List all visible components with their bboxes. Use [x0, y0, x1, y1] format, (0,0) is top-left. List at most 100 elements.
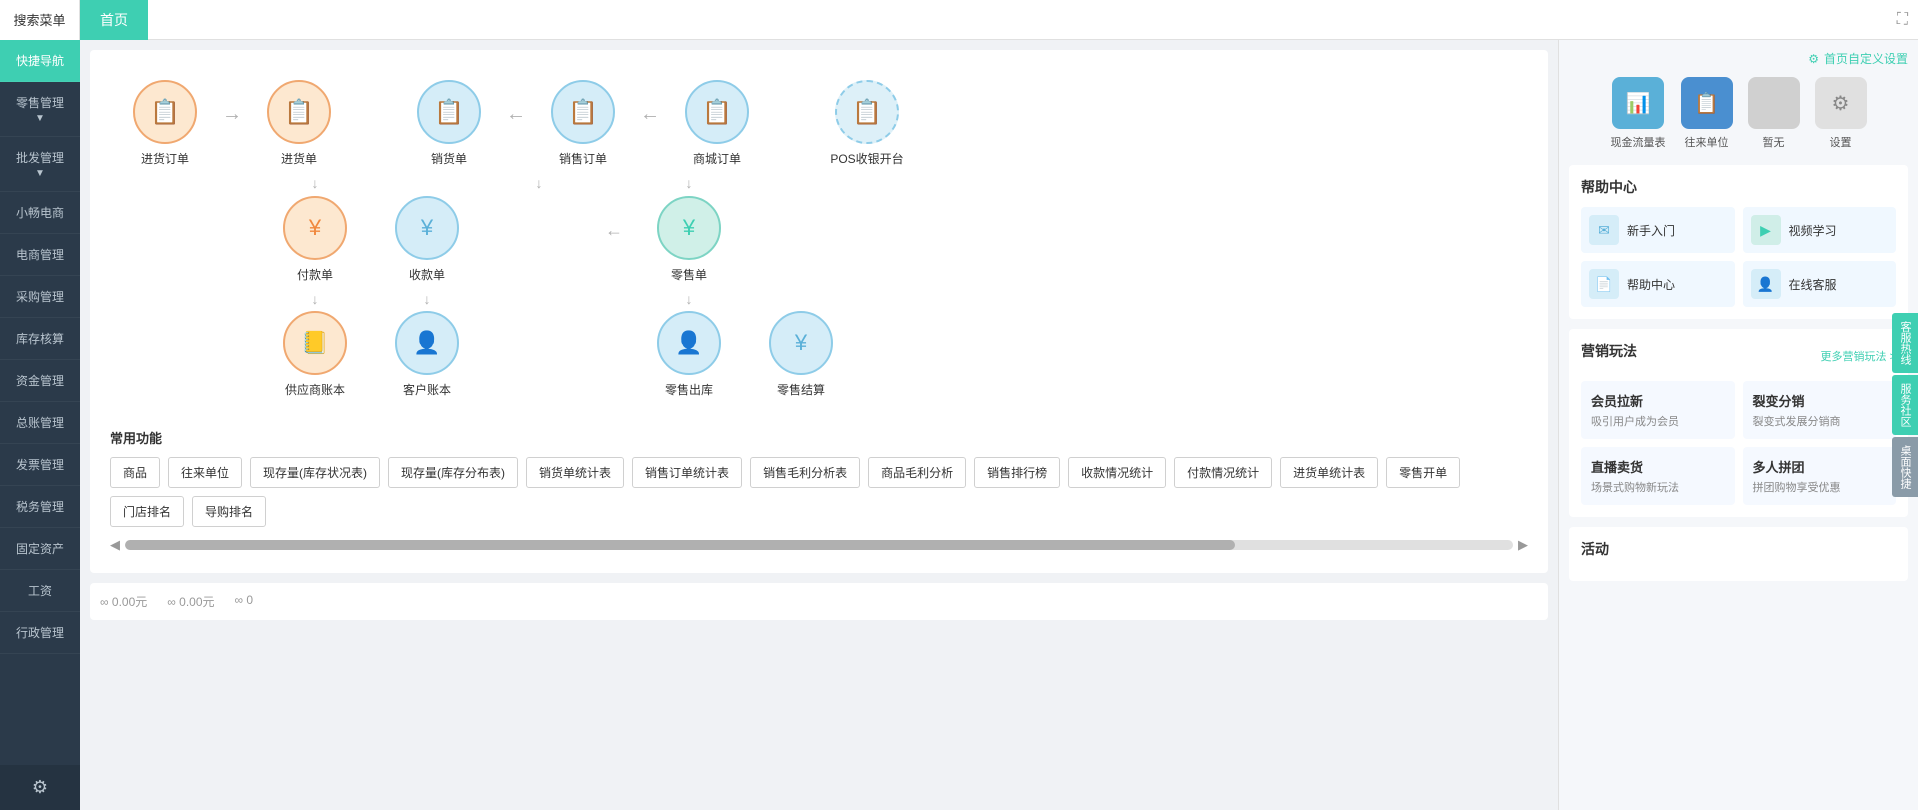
func-btn-9[interactable]: 收款情况统计 — [1068, 457, 1166, 488]
node-supplier-ledger[interactable]: 📒 供应商账本 — [260, 311, 370, 398]
quick-icon-box-2 — [1748, 77, 1800, 129]
func-btn-13[interactable]: 门店排名 — [110, 496, 184, 527]
sidebar-item-3[interactable]: 小畅电商 — [0, 192, 80, 234]
node-sale-order-circle: 📋 — [551, 80, 615, 144]
scroll-left-arrow[interactable]: ◀ — [110, 537, 120, 553]
sidebar-arrow-2: ▼ — [35, 168, 45, 179]
func-btn-0[interactable]: 商品 — [110, 457, 160, 488]
sidebar-item-8[interactable]: 总账管理 — [0, 402, 80, 444]
sidebar-item-label-2: 批发管理 — [16, 149, 64, 166]
func-btn-6[interactable]: 销售毛利分析表 — [750, 457, 860, 488]
node-customer-ledger[interactable]: 👤 客户账本 — [372, 311, 482, 398]
sidebar-item-5[interactable]: 采购管理 — [0, 276, 80, 318]
marketing-item-1[interactable]: 裂变分销 裂变式发展分销商 — [1743, 381, 1897, 439]
func-btn-5[interactable]: 销售订单统计表 — [632, 457, 742, 488]
node-purchase-order-label: 进货订单 — [141, 150, 189, 167]
content-area: 📋 进货订单 → 📋 进货单 — [80, 40, 1918, 810]
node-receipt-circle: ¥ — [395, 196, 459, 260]
marketing-item-3[interactable]: 多人拼团 拼团购物享受优惠 — [1743, 447, 1897, 505]
quick-icon-label-1: 往来单位 — [1685, 134, 1729, 150]
node-sale[interactable]: 📋 销货单 — [394, 80, 504, 167]
tab-home[interactable]: 首页 — [80, 0, 148, 40]
func-btn-4[interactable]: 销货单统计表 — [526, 457, 624, 488]
node-sale-order[interactable]: 📋 销售订单 — [528, 80, 638, 167]
node-retail-label: 零售单 — [671, 266, 707, 283]
help-item-3[interactable]: 👤 在线客服 — [1743, 261, 1897, 307]
expand-icon[interactable]: ⛶ — [1897, 11, 1908, 29]
activity-title: 活动 — [1581, 539, 1896, 559]
node-pos[interactable]: 📋 POS收银开台 — [812, 80, 922, 167]
node-retail-settle[interactable]: ¥ 零售结算 — [746, 311, 856, 398]
help-item-0[interactable]: ✉ 新手入门 — [1581, 207, 1735, 253]
quick-icon-1[interactable]: 📋 往来单位 — [1681, 77, 1733, 150]
sidebar-bottom: ⚙ — [0, 765, 80, 810]
quick-icon-3[interactable]: ⚙ 设置 — [1815, 77, 1867, 150]
quick-access-header: ⚙ 首页自定义设置 — [1569, 50, 1908, 67]
sidebar-item-12[interactable]: 工资 — [0, 570, 80, 612]
scroll-right-arrow[interactable]: ▶ — [1518, 537, 1528, 553]
help-label-3: 在线客服 — [1789, 276, 1837, 293]
customize-gear-icon: ⚙ — [1808, 52, 1819, 66]
sidebar-item-6[interactable]: 库存核算 — [0, 318, 80, 360]
node-mall-order[interactable]: 📋 商城订单 — [662, 80, 772, 167]
func-btn-8[interactable]: 销售排行榜 — [974, 457, 1060, 488]
quick-icon-symbol-3: ⚙ — [1832, 91, 1850, 116]
sidebar-item-11[interactable]: 固定资产 — [0, 528, 80, 570]
more-marketing-link[interactable]: 更多营销玩法 > — [1821, 348, 1896, 364]
sidebar-item-1[interactable]: 零售管理▼ — [0, 82, 80, 137]
common-func-title: 常用功能 — [110, 428, 1528, 447]
node-receipt[interactable]: ¥ 收款单 — [372, 196, 482, 283]
node-retail-outbound[interactable]: 👤 零售出库 — [634, 311, 744, 398]
node-retail[interactable]: ¥ 零售单 — [634, 196, 744, 283]
func-btn-1[interactable]: 往来单位 — [168, 457, 242, 488]
marketing-item-desc-1: 裂变式发展分销商 — [1753, 413, 1887, 429]
marketing-item-0[interactable]: 会员拉新 吸引用户成为会员 — [1581, 381, 1735, 439]
search-menu-button[interactable]: 搜索菜单 — [0, 0, 80, 40]
func-btn-14[interactable]: 导购排名 — [192, 496, 266, 527]
sidebar-item-2[interactable]: 批发管理 ▼ — [0, 137, 80, 192]
sidebar-item-label-1: 零售管理 — [16, 94, 64, 111]
main-layout: 快捷导航零售管理▼ 批发管理 ▼ 小畅电商电商管理采购管理库存核算资金管理总账管理发票… — [0, 40, 1918, 810]
func-btn-10[interactable]: 付款情况统计 — [1174, 457, 1272, 488]
func-btn-7[interactable]: 商品毛利分析 — [868, 457, 966, 488]
func-btn-3[interactable]: 现存量(库存分布表) — [388, 457, 518, 488]
quick-icon-0[interactable]: 📊 现金流量表 — [1611, 77, 1666, 150]
scroll-track[interactable] — [125, 540, 1513, 550]
help-icon-0: ✉ — [1589, 215, 1619, 245]
sidebar-item-label-9: 发票管理 — [16, 456, 64, 473]
sidebar-item-0[interactable]: 快捷导航 — [0, 40, 80, 82]
customize-label[interactable]: 首页自定义设置 — [1824, 50, 1908, 67]
quick-icon-box-1: 📋 — [1681, 77, 1733, 129]
func-btn-11[interactable]: 进货单统计表 — [1280, 457, 1378, 488]
func-btn-12[interactable]: 零售开单 — [1386, 457, 1460, 488]
func-btn-2[interactable]: 现存量(库存状况表) — [250, 457, 380, 488]
stat-label-2: ∞ 0.00元 — [167, 593, 214, 610]
sidebar-item-7[interactable]: 资金管理 — [0, 360, 80, 402]
marketing-item-2[interactable]: 直播卖货 场景式购物新玩法 — [1581, 447, 1735, 505]
node-mall-order-label: 商城订单 — [693, 150, 741, 167]
quick-icon-symbol-1: 📋 — [1694, 91, 1719, 116]
help-item-2[interactable]: 📄 帮助中心 — [1581, 261, 1735, 307]
help-item-1[interactable]: ▶ 视频学习 — [1743, 207, 1897, 253]
sidebar-item-13[interactable]: 行政管理 — [0, 612, 80, 654]
node-purchase-order[interactable]: 📋 进货订单 — [110, 80, 220, 167]
float-btn-0[interactable]: 客服热线 — [1892, 313, 1918, 373]
sidebar-item-label-4: 电商管理 — [16, 246, 64, 263]
node-sale-label: 销货单 — [431, 150, 467, 167]
sidebar-item-10[interactable]: 税务管理 — [0, 486, 80, 528]
node-supplier-ledger-label: 供应商账本 — [285, 381, 345, 398]
sidebar-item-9[interactable]: 发票管理 — [0, 444, 80, 486]
float-btn-1[interactable]: 服务社区 — [1892, 375, 1918, 435]
sidebar-item-label-12: 工资 — [28, 582, 52, 599]
sidebar-item-label-3: 小畅电商 — [16, 204, 64, 221]
sidebar-item-label-13: 行政管理 — [16, 624, 64, 641]
sidebar-settings-icon[interactable]: ⚙ — [0, 765, 80, 810]
node-payment[interactable]: ¥ 付款单 — [260, 196, 370, 283]
sidebar-item-4[interactable]: 电商管理 — [0, 234, 80, 276]
quick-icon-2[interactable]: 暂无 — [1748, 77, 1800, 150]
node-purchase[interactable]: 📋 进货单 — [244, 80, 354, 167]
right-panel: ⚙ 首页自定义设置 📊 现金流量表📋 往来单位 暂无⚙ 设置 帮助中心 ✉ 新手… — [1558, 40, 1918, 810]
float-btn-2[interactable]: 桌面快捷 — [1892, 437, 1918, 497]
quick-icon-symbol-0: 📊 — [1626, 91, 1651, 116]
marketing-item-desc-3: 拼团购物享受优惠 — [1753, 479, 1887, 495]
